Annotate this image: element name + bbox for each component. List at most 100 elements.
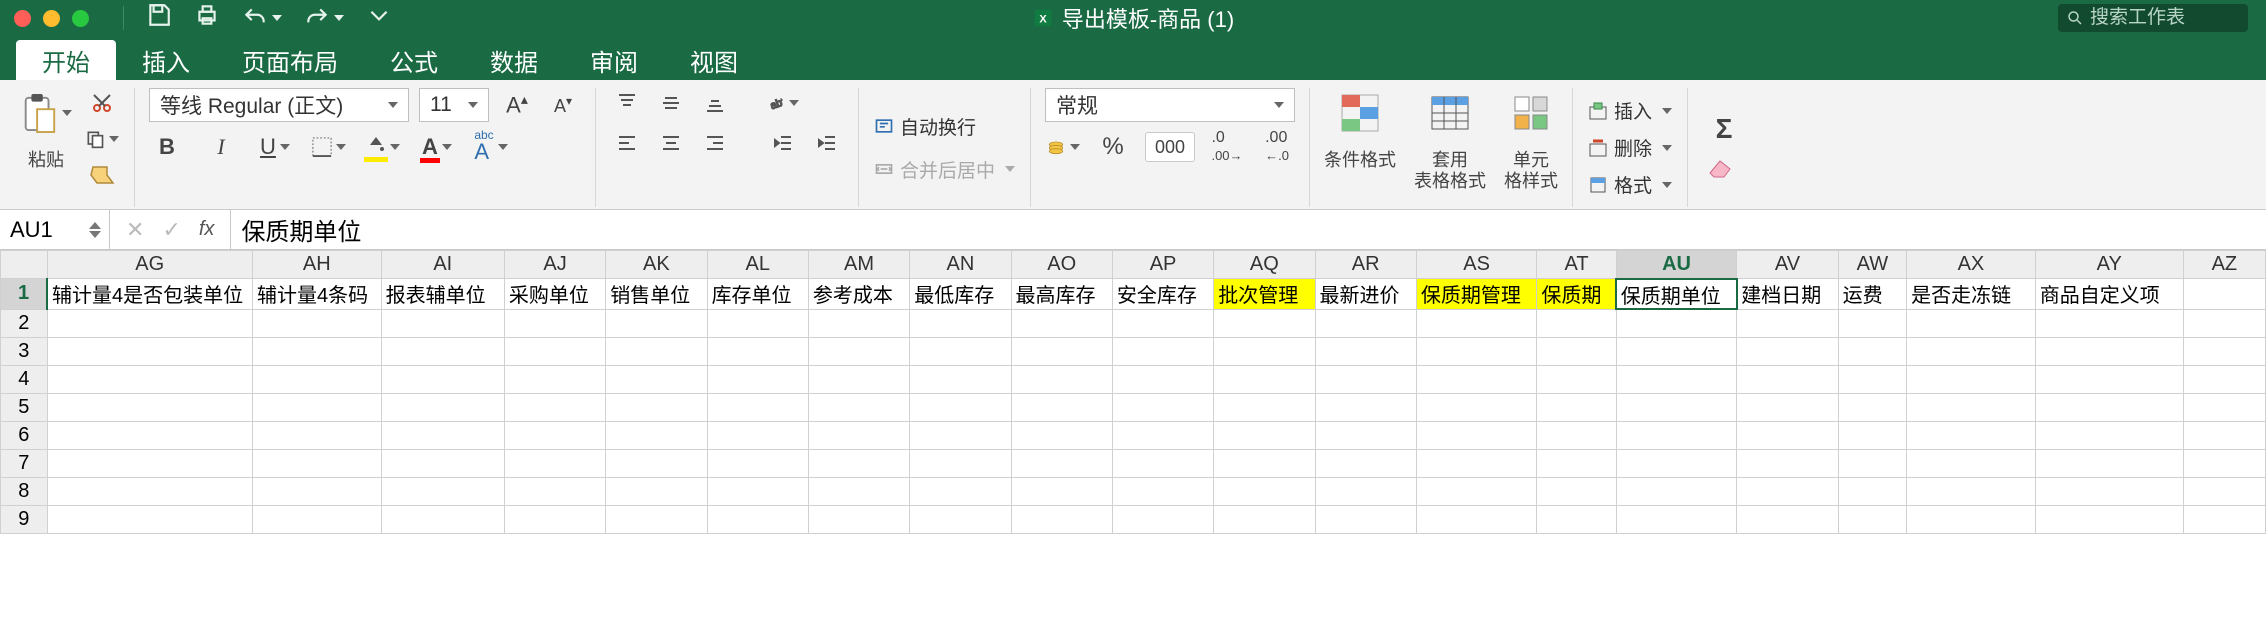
cell-AU5[interactable] xyxy=(1616,393,1737,421)
cell-AL2[interactable] xyxy=(707,309,808,337)
tab-insert[interactable]: 插入 xyxy=(116,40,216,80)
cell-AQ1[interactable]: 批次管理 xyxy=(1214,279,1315,310)
cell-AU6[interactable] xyxy=(1616,421,1737,449)
format-as-table-button[interactable]: 套用 表格格式 xyxy=(1414,88,1486,191)
insert-cells-button[interactable]: 插入 xyxy=(1587,96,1673,125)
cell-AX1[interactable]: 是否走冻链 xyxy=(1907,279,2036,310)
cell-AM7[interactable] xyxy=(808,449,909,477)
column-header-AQ[interactable]: AQ xyxy=(1214,251,1315,279)
cell-AN3[interactable] xyxy=(910,337,1011,365)
cell-AS1[interactable]: 保质期管理 xyxy=(1416,279,1537,310)
cell-AQ4[interactable] xyxy=(1214,365,1315,393)
cell-AM5[interactable] xyxy=(808,393,909,421)
cell-AH1[interactable]: 辅计量4条码 xyxy=(252,279,381,310)
cell-AU4[interactable] xyxy=(1616,365,1737,393)
cell-AW1[interactable]: 运费 xyxy=(1838,279,1906,310)
cell-AN5[interactable] xyxy=(910,393,1011,421)
cell-AK6[interactable] xyxy=(606,421,707,449)
format-painter-button[interactable] xyxy=(84,160,120,190)
cell-AP5[interactable] xyxy=(1112,393,1213,421)
column-header-AM[interactable]: AM xyxy=(808,251,909,279)
increase-font-button[interactable]: A▴ xyxy=(499,90,535,120)
cell-AO2[interactable] xyxy=(1011,309,1112,337)
cell-AK3[interactable] xyxy=(606,337,707,365)
currency-button[interactable] xyxy=(1045,132,1081,162)
cell-AY5[interactable] xyxy=(2035,393,2183,421)
increase-decimal-button[interactable]: .0.00→ xyxy=(1209,132,1245,162)
cell-AU2[interactable] xyxy=(1616,309,1737,337)
column-header-AP[interactable]: AP xyxy=(1112,251,1213,279)
cell-AO7[interactable] xyxy=(1011,449,1112,477)
paste-button[interactable] xyxy=(20,88,72,138)
cell-AQ7[interactable] xyxy=(1214,449,1315,477)
cell-AR2[interactable] xyxy=(1315,309,1416,337)
cell-AH8[interactable] xyxy=(252,477,381,505)
cell-AG4[interactable] xyxy=(47,365,252,393)
column-header-AS[interactable]: AS xyxy=(1416,251,1537,279)
cell-AT2[interactable] xyxy=(1537,309,1616,337)
column-header-AT[interactable]: AT xyxy=(1537,251,1616,279)
enter-formula-icon[interactable]: ✓ xyxy=(162,217,180,243)
cell-AY2[interactable] xyxy=(2035,309,2183,337)
align-middle-button[interactable] xyxy=(654,88,688,118)
cell-AP9[interactable] xyxy=(1112,505,1213,533)
cell-AS2[interactable] xyxy=(1416,309,1537,337)
cell-AQ3[interactable] xyxy=(1214,337,1315,365)
decrease-indent-button[interactable] xyxy=(766,128,800,158)
cell-AJ6[interactable] xyxy=(504,421,605,449)
cell-AN6[interactable] xyxy=(910,421,1011,449)
cell-AL6[interactable] xyxy=(707,421,808,449)
autosum-button[interactable]: Σ xyxy=(1702,114,1746,144)
close-window-button[interactable] xyxy=(14,10,31,27)
cancel-formula-icon[interactable]: ✕ xyxy=(126,217,144,243)
cell-AS8[interactable] xyxy=(1416,477,1537,505)
cell-AO8[interactable] xyxy=(1011,477,1112,505)
phonetic-button[interactable]: abcA xyxy=(473,132,509,162)
undo-icon[interactable] xyxy=(242,5,282,31)
cell-AT6[interactable] xyxy=(1537,421,1616,449)
cell-AQ8[interactable] xyxy=(1214,477,1315,505)
align-left-button[interactable] xyxy=(610,128,644,158)
italic-button[interactable]: I xyxy=(203,132,239,162)
column-header-AX[interactable]: AX xyxy=(1907,251,2036,279)
column-header-AY[interactable]: AY xyxy=(2035,251,2183,279)
cell-styles-button[interactable]: 单元 格样式 xyxy=(1504,88,1558,191)
cell-AL4[interactable] xyxy=(707,365,808,393)
cell-AT3[interactable] xyxy=(1537,337,1616,365)
column-header-AH[interactable]: AH xyxy=(252,251,381,279)
align-top-button[interactable] xyxy=(610,88,644,118)
print-icon[interactable] xyxy=(194,2,220,34)
cell-AU9[interactable] xyxy=(1616,505,1737,533)
cell-AZ1[interactable] xyxy=(2183,279,2265,310)
cell-AM8[interactable] xyxy=(808,477,909,505)
cell-AW2[interactable] xyxy=(1838,309,1906,337)
cell-AW6[interactable] xyxy=(1838,421,1906,449)
cell-AH6[interactable] xyxy=(252,421,381,449)
cell-AR8[interactable] xyxy=(1315,477,1416,505)
cell-AJ5[interactable] xyxy=(504,393,605,421)
cell-AW5[interactable] xyxy=(1838,393,1906,421)
cell-AK5[interactable] xyxy=(606,393,707,421)
column-header-AJ[interactable]: AJ xyxy=(504,251,605,279)
cell-AN7[interactable] xyxy=(910,449,1011,477)
decrease-font-button[interactable]: A▾ xyxy=(545,90,581,120)
percent-button[interactable]: % xyxy=(1095,132,1131,162)
cell-AR4[interactable] xyxy=(1315,365,1416,393)
tab-page-layout[interactable]: 页面布局 xyxy=(216,40,364,80)
cell-AO4[interactable] xyxy=(1011,365,1112,393)
cell-AV7[interactable] xyxy=(1737,449,1838,477)
column-header-AW[interactable]: AW xyxy=(1838,251,1906,279)
cell-AK1[interactable]: 销售单位 xyxy=(606,279,707,310)
cell-AI5[interactable] xyxy=(381,393,504,421)
merge-center-button[interactable]: 合并后居中 xyxy=(873,155,1016,184)
row-header-8[interactable]: 8 xyxy=(1,477,48,505)
cell-AR7[interactable] xyxy=(1315,449,1416,477)
row-header-2[interactable]: 2 xyxy=(1,309,48,337)
conditional-format-button[interactable]: 条件格式 xyxy=(1324,88,1396,171)
cell-AV9[interactable] xyxy=(1737,505,1838,533)
cell-AZ8[interactable] xyxy=(2183,477,2265,505)
cell-AH3[interactable] xyxy=(252,337,381,365)
column-header-AO[interactable]: AO xyxy=(1011,251,1112,279)
format-cells-button[interactable]: 格式 xyxy=(1587,170,1673,199)
qat-customize-icon[interactable] xyxy=(366,2,392,34)
